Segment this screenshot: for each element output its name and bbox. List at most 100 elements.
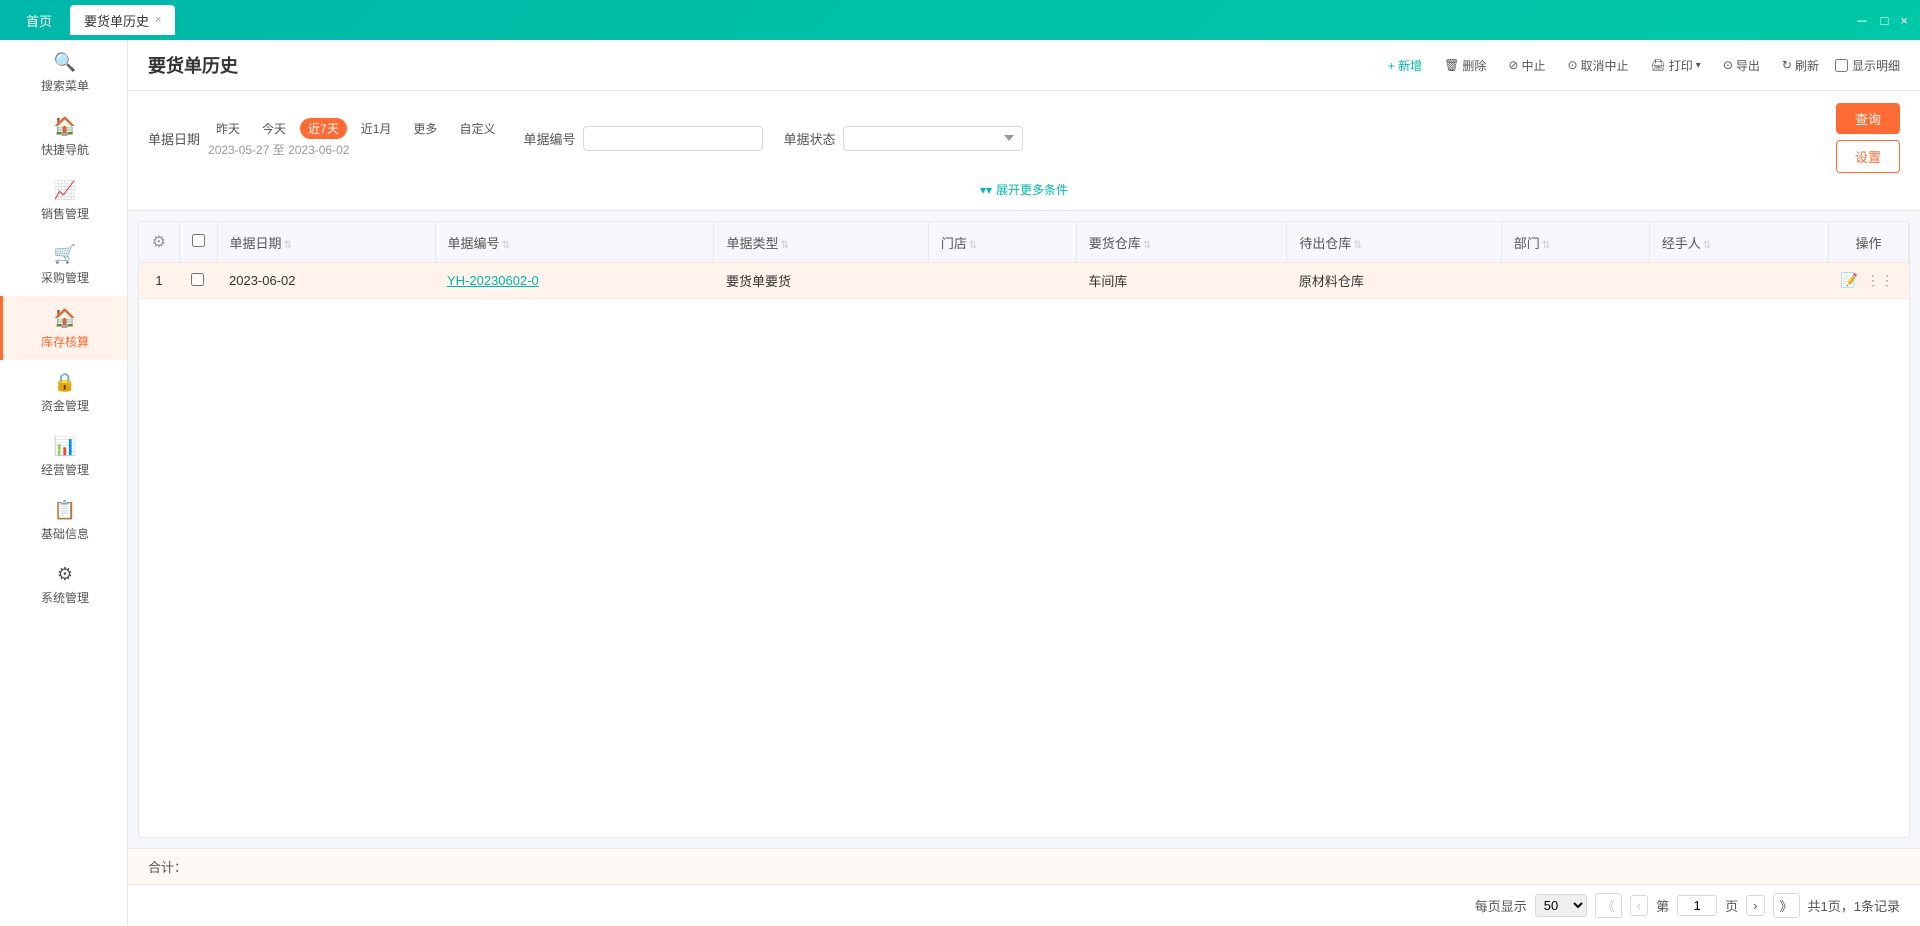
sidebar-item-quick-nav[interactable]: 🏠 快捷导航 [0, 104, 127, 168]
sidebar-item-inventory[interactable]: 🏠 库存核算 [0, 296, 127, 360]
table-header-row: ⚙ 单据日期⇅ 单据编号⇅ 单据类型⇅ [139, 222, 1909, 263]
next-page-button[interactable]: › [1746, 895, 1764, 916]
row-department [1501, 263, 1649, 299]
minimize-icon[interactable]: － [1856, 11, 1869, 30]
bill-number-input[interactable] [583, 126, 763, 151]
sidebar-item-finance[interactable]: 🔒 资金管理 [0, 360, 127, 424]
home-tab[interactable]: 首页 [12, 5, 66, 35]
table-body: 1 2023-06-02 YH-20230602-0 要货单要货 车间库 原材料… [139, 263, 1909, 299]
sidebar-item-basic[interactable]: 📋 基础信息 [0, 488, 127, 552]
active-tab[interactable]: 要货单历史 × [70, 5, 175, 35]
refresh-button[interactable]: ↻ 刷新 [1776, 53, 1825, 78]
sidebar-item-system[interactable]: ⚙ 系统管理 [0, 552, 127, 616]
print-dropdown-icon: ▾ [1696, 60, 1701, 71]
new-button[interactable]: + 新增 [1382, 53, 1428, 78]
table-settings-icon[interactable]: ⚙ [152, 234, 166, 251]
row-ops: 📝 ⋮⋮ [1829, 263, 1909, 299]
row-checkbox-cell [179, 263, 217, 299]
stop-button[interactable]: ⊘ 中止 [1502, 53, 1551, 78]
filter-row: 单据日期 昨天 今天 近7天 近1月 更多 自定义 2023-05-27 至 2… [148, 103, 1900, 173]
print-button[interactable]: 🖨 打印 ▾ [1645, 53, 1707, 78]
maximize-icon[interactable]: □ [1881, 13, 1889, 28]
bill-number-filter: 单据编号 [523, 126, 763, 151]
more-ops-icon[interactable]: ⋮⋮ [1866, 272, 1894, 289]
cancel-stop-button[interactable]: ⊙ 取消中止 [1561, 53, 1634, 78]
table-row: 1 2023-06-02 YH-20230602-0 要货单要货 车间库 原材料… [139, 263, 1909, 299]
prev-page-button[interactable]: ‹ [1630, 895, 1648, 916]
bill-number-label: 单据编号 [523, 129, 575, 148]
chip-7days[interactable]: 近7天 [300, 118, 347, 139]
row-num: 1 [139, 263, 179, 299]
th-ops: 操作 [1829, 222, 1909, 263]
top-bar: 首页 要货单历史 × － □ × [0, 0, 1920, 40]
query-button[interactable]: 查询 [1836, 103, 1900, 134]
bill-no-link[interactable]: YH-20230602-0 [447, 273, 539, 288]
sort-handler-icon: ⇅ [1703, 240, 1711, 251]
chip-1month[interactable]: 近1月 [353, 118, 400, 139]
cancel-stop-icon: ⊙ [1567, 58, 1577, 72]
display-detail-toggle[interactable]: 显示明细 [1835, 57, 1900, 74]
sidebar-item-sales[interactable]: 📈 销售管理 [0, 168, 127, 232]
th-store: 门店⇅ [928, 222, 1076, 263]
table-container: ⚙ 单据日期⇅ 单据编号⇅ 单据类型⇅ [138, 221, 1910, 838]
sort-dept-icon: ⇅ [1542, 240, 1550, 251]
page-header: 要货单历史 + 新增 🗑 删除 ⊘ 中止 ⊙ 取消中止 🖨 [128, 40, 1920, 91]
row-req-warehouse: 车间库 [1076, 263, 1287, 299]
date-filter-label: 单据日期 [148, 129, 200, 148]
first-page-button[interactable]: 《 [1595, 893, 1622, 918]
pagination-bar: 每页显示 50 20 100 《 ‹ 第 页 › 》 共1页，1条记录 [128, 884, 1920, 926]
th-req-warehouse: 要货仓库⇅ [1076, 222, 1287, 263]
per-page-select[interactable]: 50 20 100 [1535, 894, 1587, 917]
status-select[interactable] [843, 126, 1023, 151]
chip-today[interactable]: 今天 [254, 118, 294, 139]
footer-bar: 合计： [128, 848, 1920, 884]
row-handler [1649, 263, 1828, 299]
status-filter: 单据状态 [783, 126, 1023, 151]
sort-store-icon: ⇅ [969, 240, 977, 251]
sort-billno-icon: ⇅ [502, 240, 510, 251]
purchase-icon: 🛒 [54, 244, 76, 265]
total-label: 合计： [148, 857, 187, 876]
sidebar-item-purchase[interactable]: 🛒 采购管理 [0, 232, 127, 296]
sidebar: 🔍 搜索菜单 🏠 快捷导航 📈 销售管理 🛒 采购管理 🏠 库存核算 🔒 资金管… [0, 40, 128, 926]
row-checkbox[interactable] [191, 273, 204, 286]
delete-button[interactable]: 🗑 删除 [1438, 53, 1492, 78]
date-filter: 单据日期 昨天 今天 近7天 近1月 更多 自定义 2023-05-27 至 2… [148, 118, 503, 158]
display-detail-checkbox[interactable] [1835, 59, 1848, 72]
refresh-icon: ↻ [1782, 58, 1792, 72]
page-title: 要货单历史 [148, 52, 238, 90]
chip-more[interactable]: 更多 [405, 118, 445, 139]
last-page-button[interactable]: 》 [1773, 893, 1800, 918]
close-tab-icon[interactable]: × [155, 14, 161, 26]
export-button[interactable]: ⊙ 导出 [1717, 53, 1766, 78]
filter-area: 单据日期 昨天 今天 近7天 近1月 更多 自定义 2023-05-27 至 2… [128, 91, 1920, 211]
th-bill-no: 单据编号⇅ [435, 222, 714, 263]
th-handler: 经手人⇅ [1649, 222, 1828, 263]
settings-button[interactable]: 设置 [1836, 140, 1900, 173]
edit-icon[interactable]: 📝 [1841, 272, 1858, 289]
expand-more-btn[interactable]: ▾▾ 展开更多条件 [148, 181, 1900, 198]
sidebar-item-search-menu[interactable]: 🔍 搜索菜单 [0, 40, 127, 104]
sort-date-icon: ⇅ [284, 240, 292, 251]
close-window-icon[interactable]: × [1900, 13, 1908, 28]
finance-icon: 🔒 [54, 372, 76, 393]
row-date: 2023-06-02 [217, 263, 435, 299]
page-label: 第 [1656, 896, 1669, 915]
chip-yesterday[interactable]: 昨天 [208, 118, 248, 139]
content-area: 要货单历史 + 新增 🗑 删除 ⊘ 中止 ⊙ 取消中止 🖨 [128, 40, 1920, 926]
page-suffix: 页 [1725, 896, 1738, 915]
select-all-checkbox[interactable] [192, 234, 205, 247]
th-date: 单据日期⇅ [217, 222, 435, 263]
row-bill-type: 要货单要货 [714, 263, 928, 299]
filter-actions: 查询 设置 [1836, 103, 1900, 173]
row-target-warehouse: 原材料仓库 [1287, 263, 1501, 299]
page-number-input[interactable] [1677, 895, 1717, 916]
stop-icon: ⊘ [1508, 58, 1518, 72]
expand-icon: ▾▾ [980, 183, 992, 197]
th-target-warehouse: 待出仓库⇅ [1287, 222, 1501, 263]
status-label: 单据状态 [783, 129, 835, 148]
chip-custom[interactable]: 自定义 [451, 118, 503, 139]
inventory-icon: 🏠 [54, 308, 76, 329]
row-bill-no: YH-20230602-0 [435, 263, 714, 299]
sidebar-item-operation[interactable]: 📊 经营管理 [0, 424, 127, 488]
